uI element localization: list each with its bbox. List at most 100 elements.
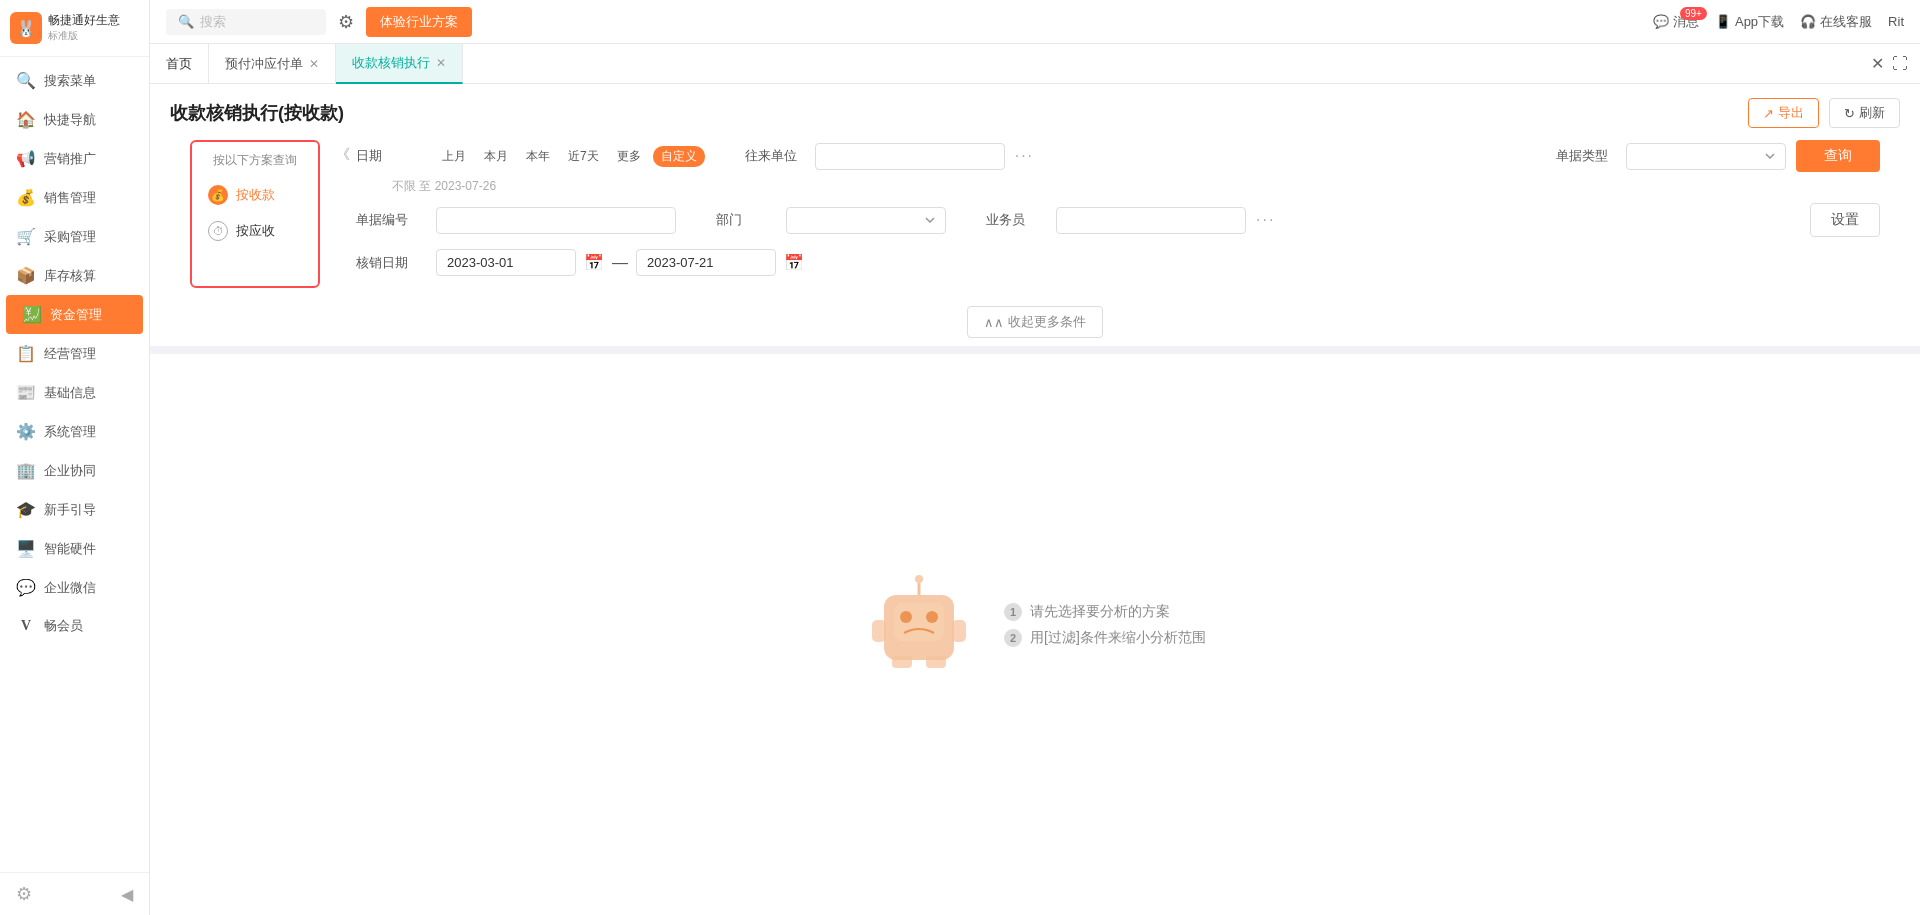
sidebar-item-enterprise[interactable]: 🏢 企业协同 (0, 451, 149, 490)
app-icon: 📱 (1715, 14, 1731, 29)
sidebar-collapse-icon[interactable]: ◀ (121, 885, 133, 904)
tab-expand-icon[interactable]: ⛶ (1892, 55, 1908, 73)
tab-receipt-close[interactable]: ✕ (436, 56, 446, 70)
filter-collapse-button[interactable]: 《 (336, 140, 356, 288)
newbie-icon: 🎓 (16, 500, 36, 519)
svg-rect-9 (926, 656, 946, 668)
sidebar-item-newbie[interactable]: 🎓 新手引导 (0, 490, 149, 529)
dept-group: 部门 (716, 207, 946, 234)
date-btn-custom[interactable]: 自定义 (653, 146, 705, 167)
export-icon: ↗ (1763, 106, 1774, 121)
tab-close-all-icon[interactable]: ✕ (1871, 54, 1884, 73)
bill-no-input[interactable] (436, 207, 676, 234)
counterpart-input[interactable] (815, 143, 1005, 170)
sidebar-item-wecom[interactable]: 💬 企业微信 (0, 568, 149, 607)
sidebar-item-marketing[interactable]: 📢 营销推广 (0, 139, 149, 178)
svg-point-3 (926, 611, 938, 623)
service-icon: 🎧 (1800, 14, 1816, 29)
refresh-icon: ↻ (1844, 106, 1855, 121)
solution-button[interactable]: 体验行业方案 (366, 7, 472, 37)
counterpart-group: 往来单位 ··· (745, 143, 1516, 170)
date-btn-more[interactable]: 更多 (611, 146, 647, 167)
staff-label: 业务员 (986, 211, 1046, 229)
sidebar-item-hardware[interactable]: 🖥️ 智能硬件 (0, 529, 149, 568)
filter-sidebar: 按以下方案查询 💰 按收款 ⏱ 按应收 (190, 140, 320, 288)
dept-select[interactable] (786, 207, 946, 234)
message-button[interactable]: 💬 消息 99+ (1653, 13, 1699, 31)
writeoff-date-end-icon[interactable]: 📅 (784, 253, 804, 272)
sidebar-settings-icon[interactable]: ⚙ (16, 883, 32, 905)
tab-prepay-close[interactable]: ✕ (309, 57, 319, 71)
writeoff-date-range: 📅 — 📅 (436, 249, 804, 276)
tab-prepay[interactable]: 预付冲应付单 ✕ (209, 44, 336, 84)
date-btn-prev-month[interactable]: 上月 (436, 146, 472, 167)
topbar-search-box[interactable]: 🔍 搜索 (166, 9, 326, 35)
logo-icon: 🐰 (10, 12, 42, 44)
topbar-settings-icon[interactable]: ⚙ (338, 11, 354, 33)
filter-option-receivable[interactable]: ⏱ 按应收 (192, 213, 318, 249)
marketing-icon: 📢 (16, 149, 36, 168)
sidebar-item-basicinfo[interactable]: 📰 基础信息 (0, 373, 149, 412)
staff-group: 业务员 ··· (986, 207, 1275, 234)
page-header-actions: ↗ 导出 ↻ 刷新 (1748, 98, 1900, 128)
bill-no-label: 单据编号 (356, 211, 416, 229)
inventory-icon: 📦 (16, 266, 36, 285)
date-hint: 不限 至 2023-07-26 (392, 176, 1880, 195)
collapse-left-icon: 《 (336, 146, 350, 164)
purchase-icon: 🛒 (16, 227, 36, 246)
service-button[interactable]: 🎧 在线客服 (1800, 13, 1872, 31)
sidebar-item-inventory[interactable]: 📦 库存核算 (0, 256, 149, 295)
sales-icon: 💰 (16, 188, 36, 207)
sidebar-item-purchase[interactable]: 🛒 采购管理 (0, 217, 149, 256)
tab-home[interactable]: 首页 (150, 44, 209, 84)
date-btn-this-year[interactable]: 本年 (520, 146, 556, 167)
staff-dots[interactable]: ··· (1256, 211, 1275, 229)
filter-sidebar-title: 按以下方案查询 (192, 152, 318, 169)
sidebar: 🐰 畅捷通好生意 标准版 🔍 搜索菜单 🏠 快捷导航 📢 营销推广 💰 销售管理… (0, 0, 150, 915)
refresh-button[interactable]: ↻ 刷新 (1829, 98, 1900, 128)
svg-rect-1 (894, 603, 944, 641)
settings-button[interactable]: 设置 (1810, 203, 1880, 237)
main-area: 🔍 搜索 ⚙ 体验行业方案 💬 消息 99+ 📱 App下载 🎧 在线客服 Ri… (150, 0, 1920, 915)
writeoff-date-separator: — (612, 254, 628, 272)
page-title-row: 收款核销执行(按收款) ↗ 导出 ↻ 刷新 (170, 98, 1900, 128)
search-icon: 🔍 (16, 71, 36, 90)
sidebar-item-system[interactable]: ⚙️ 系统管理 (0, 412, 149, 451)
date-btn-last7[interactable]: 近7天 (562, 146, 605, 167)
sidebar-item-finance[interactable]: 💹 资金管理 (6, 295, 143, 334)
sidebar-item-search[interactable]: 🔍 搜索菜单 (0, 61, 149, 100)
app-download-button[interactable]: 📱 App下载 (1715, 13, 1784, 31)
counterpart-dots[interactable]: ··· (1015, 147, 1034, 165)
sidebar-item-sales[interactable]: 💰 销售管理 (0, 178, 149, 217)
tab-actions: ✕ ⛶ (1859, 54, 1920, 73)
filter-option-receipt[interactable]: 💰 按收款 (192, 177, 318, 213)
topbar: 🔍 搜索 ⚙ 体验行业方案 💬 消息 99+ 📱 App下载 🎧 在线客服 Ri… (150, 0, 1920, 44)
empty-hint-text: 1 请先选择要分析的方案 2 用[过滤]条件来缩小分析范围 (1004, 603, 1206, 647)
date-label: 日期 (356, 147, 416, 165)
bill-type-select[interactable] (1626, 143, 1786, 170)
topbar-actions: 💬 消息 99+ 📱 App下载 🎧 在线客服 Rit (1653, 13, 1904, 31)
empty-hint-item-2: 2 用[过滤]条件来缩小分析范围 (1004, 629, 1206, 647)
writeoff-date-start-icon[interactable]: 📅 (584, 253, 604, 272)
writeoff-date-start[interactable] (436, 249, 576, 276)
svg-rect-6 (872, 620, 886, 642)
tab-receipt[interactable]: 收款核销执行 ✕ (336, 44, 463, 84)
receipt-option-icon: 💰 (208, 185, 228, 205)
page-content: 收款核销执行(按收款) ↗ 导出 ↻ 刷新 按以下方案查询 (150, 84, 1920, 915)
empty-state: 1 请先选择要分析的方案 2 用[过滤]条件来缩小分析范围 (150, 354, 1920, 915)
user-name[interactable]: Rit (1888, 14, 1904, 29)
staff-input[interactable] (1056, 207, 1246, 234)
writeoff-date-end[interactable] (636, 249, 776, 276)
sidebar-item-member[interactable]: V 畅会员 (0, 607, 149, 645)
filter-row-3: 核销日期 📅 — 📅 (356, 249, 1880, 276)
sidebar-footer: ⚙ ◀ (0, 872, 149, 915)
basicinfo-icon: 📰 (16, 383, 36, 402)
sidebar-item-quicknav[interactable]: 🏠 快捷导航 (0, 100, 149, 139)
export-button[interactable]: ↗ 导出 (1748, 98, 1819, 128)
collapse-more-button[interactable]: ∧∧ 收起更多条件 (967, 306, 1103, 338)
writeoff-date-label: 核销日期 (356, 254, 416, 272)
filter-main: 日期 上月 本月 本年 近7天 更多 自定义 往来单位 ··· (356, 140, 1880, 288)
query-button[interactable]: 查询 (1796, 140, 1880, 172)
sidebar-item-operations[interactable]: 📋 经营管理 (0, 334, 149, 373)
date-btn-this-month[interactable]: 本月 (478, 146, 514, 167)
